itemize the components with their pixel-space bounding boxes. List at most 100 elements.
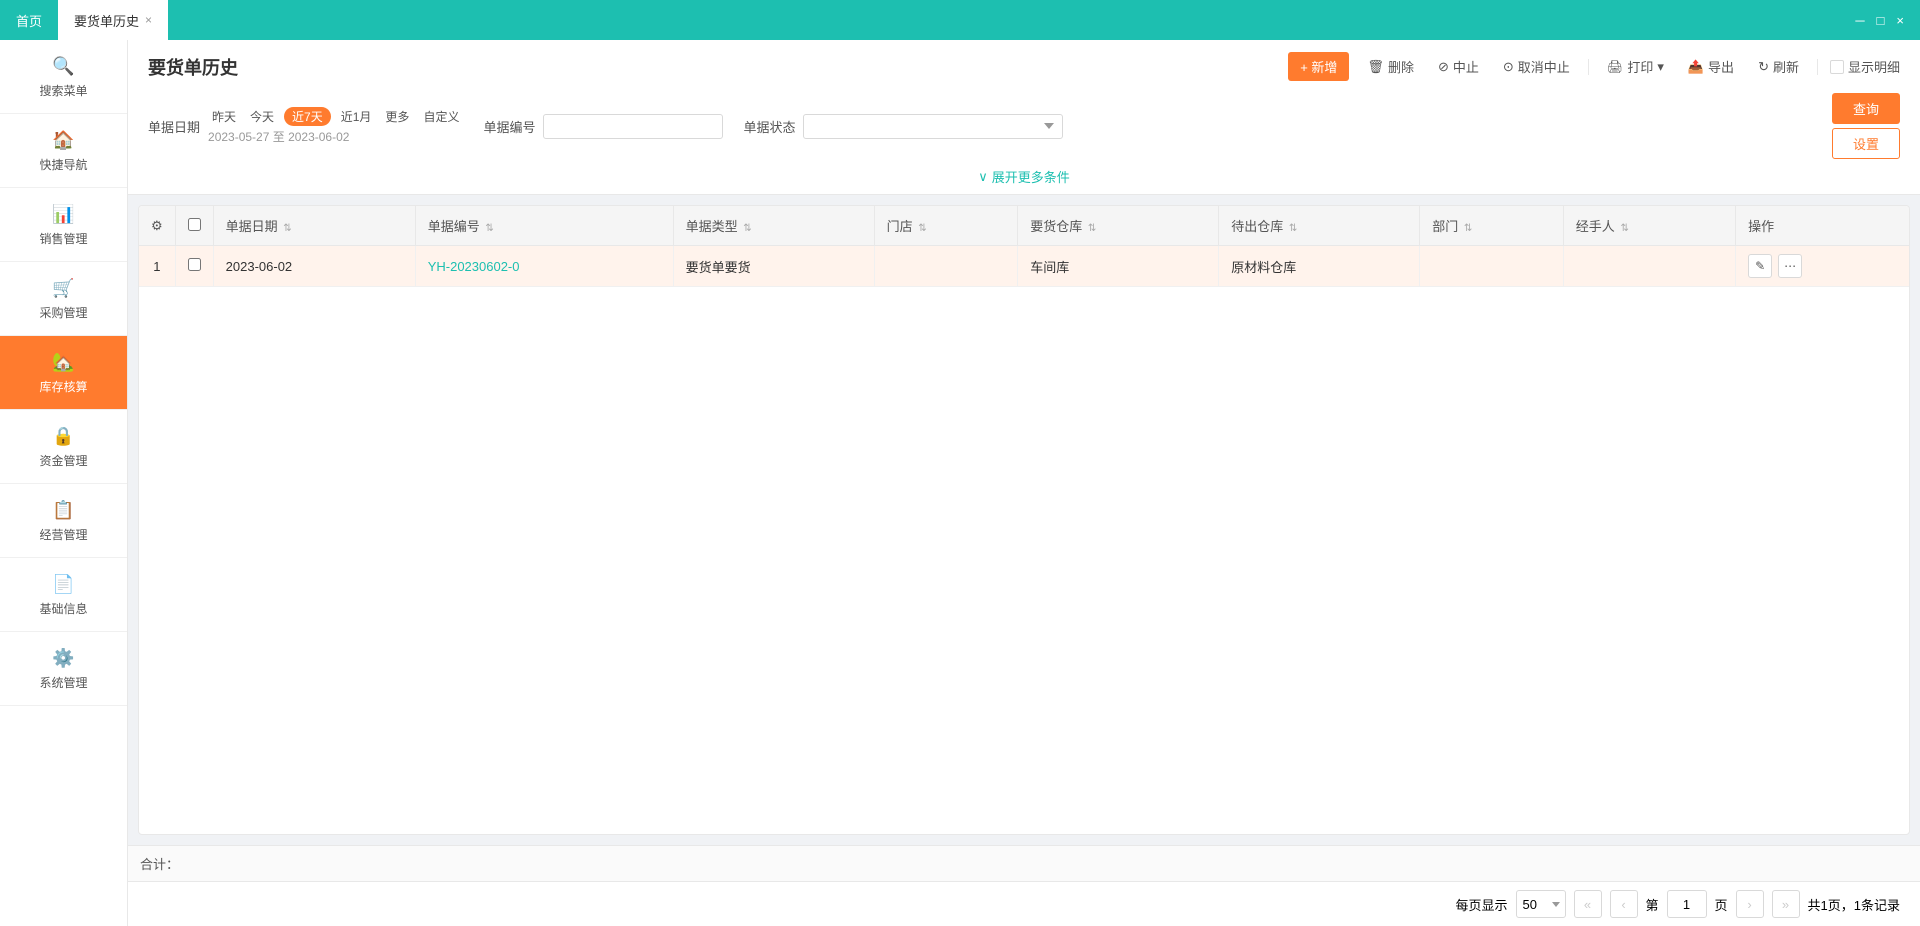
row-checkbox[interactable]	[188, 258, 201, 271]
row-edit-icon: ✎	[1755, 259, 1765, 273]
cancel-stop-button[interactable]: ⊙ 取消中止	[1497, 53, 1576, 80]
last-page-btn[interactable]: »	[1772, 890, 1800, 918]
th-date[interactable]: 单据日期 ⇅	[213, 206, 415, 246]
th-gear[interactable]: ⚙	[139, 206, 175, 246]
row-more-icon: ⋯	[1784, 259, 1796, 273]
date-shortcut-custom[interactable]: 自定义	[419, 107, 463, 126]
th-req-warehouse-label: 要货仓库	[1030, 219, 1082, 234]
row-edit-btn[interactable]: ✎	[1748, 254, 1772, 278]
last-page-icon: »	[1782, 897, 1789, 912]
sidebar-item-basic-info[interactable]: 📄 基础信息	[0, 558, 127, 632]
top-bar-right: ─ □ ×	[1855, 13, 1920, 28]
th-req-warehouse[interactable]: 要货仓库 ⇅	[1018, 206, 1219, 246]
sidebar-item-inventory-label: 库存核算	[39, 378, 87, 395]
tab-home[interactable]: 首页	[0, 0, 58, 40]
row-handler	[1563, 246, 1735, 287]
basic-info-icon: 📄	[52, 572, 76, 596]
window-maximize-btn[interactable]: □	[1877, 13, 1885, 28]
th-pending-warehouse-label: 待出仓库	[1231, 219, 1283, 234]
settings-button[interactable]: 设置	[1832, 128, 1900, 159]
export-icon: 📤	[1688, 59, 1704, 75]
prev-page-icon: ‹	[1621, 897, 1625, 912]
sidebar-item-system[interactable]: ⚙️ 系统管理	[0, 632, 127, 706]
quick-nav-icon: 🏠	[52, 128, 76, 152]
expand-more-btn[interactable]: ∨ 展开更多条件	[148, 167, 1900, 186]
sort-type-icon: ⇅	[743, 223, 751, 234]
row-date: 2023-06-02	[213, 246, 415, 287]
first-page-btn[interactable]: «	[1574, 890, 1602, 918]
th-no[interactable]: 单据编号 ⇅	[415, 206, 673, 246]
window-close-btn[interactable]: ×	[1896, 13, 1904, 28]
display-detail-checkbox[interactable]	[1830, 60, 1844, 74]
select-all-checkbox[interactable]	[188, 218, 201, 231]
sidebar-item-finance[interactable]: 🔒 资金管理	[0, 410, 127, 484]
delete-label: 删除	[1388, 57, 1414, 76]
window-minimize-btn[interactable]: ─	[1855, 13, 1864, 28]
page-input[interactable]	[1667, 890, 1707, 918]
display-detail-toggle[interactable]: 显示明细	[1830, 57, 1900, 76]
row-type: 要货单要货	[673, 246, 874, 287]
order-no-label: 单据编号	[483, 117, 535, 136]
page-label: 第	[1646, 895, 1659, 914]
date-filter-controls: 昨天 今天 近7天 近1月 更多 自定义 2023-05-27 至 2023-0…	[208, 107, 463, 145]
sidebar-item-operations[interactable]: 📋 经营管理	[0, 484, 127, 558]
row-no: YH-20230602-0	[415, 246, 673, 287]
row-index: 1	[139, 246, 175, 287]
order-no-input[interactable]	[543, 114, 723, 139]
th-department[interactable]: 部门 ⇅	[1420, 206, 1564, 246]
sidebar-item-finance-label: 资金管理	[39, 452, 87, 469]
sidebar-item-inventory[interactable]: 🏡 库存核算	[0, 336, 127, 410]
print-button[interactable]: 🖨 打印 ▾	[1601, 53, 1670, 80]
sort-department-icon: ⇅	[1464, 223, 1472, 234]
th-store[interactable]: 门店 ⇅	[874, 206, 1018, 246]
per-page-select[interactable]: 50 100 200	[1516, 890, 1566, 918]
sidebar-item-sales[interactable]: 📊 销售管理	[0, 188, 127, 262]
date-shortcut-today[interactable]: 今天	[246, 107, 278, 126]
query-settings-group: 查询 设置	[1832, 93, 1900, 159]
query-button[interactable]: 查询	[1832, 93, 1900, 124]
date-filter-group: 单据日期 昨天 今天 近7天 近1月 更多 自定义 2023-05-27 至 2…	[148, 107, 463, 145]
sidebar-item-search-menu[interactable]: 🔍 搜索菜单	[0, 40, 127, 114]
th-handler[interactable]: 经手人 ⇅	[1563, 206, 1735, 246]
refresh-button[interactable]: ↻ 刷新	[1752, 53, 1805, 80]
row-no-link[interactable]: YH-20230602-0	[428, 259, 520, 274]
refresh-icon: ↻	[1758, 59, 1769, 75]
th-date-label: 单据日期	[226, 219, 278, 234]
top-bar: 首页 要货单历史 × ─ □ ×	[0, 0, 1920, 40]
sidebar-item-quick-nav[interactable]: 🏠 快捷导航	[0, 114, 127, 188]
sidebar-item-purchase[interactable]: 🛒 采购管理	[0, 262, 127, 336]
operations-icon: 📋	[52, 498, 76, 522]
next-page-btn[interactable]: ›	[1736, 890, 1764, 918]
date-shortcut-yesterday[interactable]: 昨天	[208, 107, 240, 126]
purchase-icon: 🛒	[52, 276, 76, 300]
expand-more-label: 展开更多条件	[992, 167, 1070, 186]
th-type[interactable]: 单据类型 ⇅	[673, 206, 874, 246]
tab-order-history[interactable]: 要货单历史 ×	[58, 0, 168, 40]
sidebar-item-operations-label: 经营管理	[39, 526, 87, 543]
sidebar-item-basic-info-label: 基础信息	[39, 600, 87, 617]
inventory-icon: 🏡	[52, 350, 76, 374]
th-department-label: 部门	[1432, 219, 1458, 234]
status-select[interactable]	[803, 114, 1063, 139]
row-more-btn[interactable]: ⋯	[1778, 254, 1802, 278]
sidebar-item-system-label: 系统管理	[39, 674, 87, 691]
print-label: 打印	[1627, 57, 1653, 76]
delete-button[interactable]: 🗑 删除	[1361, 53, 1420, 80]
new-button[interactable]: + 新增	[1288, 52, 1349, 81]
export-button[interactable]: 📤 导出	[1682, 53, 1740, 80]
prev-page-btn[interactable]: ‹	[1610, 890, 1638, 918]
search-menu-icon: 🔍	[52, 54, 76, 78]
th-handler-label: 经手人	[1576, 219, 1615, 234]
date-shortcut-more[interactable]: 更多	[381, 107, 413, 126]
tab-close-icon[interactable]: ×	[145, 13, 152, 27]
row-actions-cell: ✎ ⋯	[1736, 246, 1909, 287]
stop-button[interactable]: ⊘ 中止	[1432, 53, 1485, 80]
print-dropdown-icon: ▾	[1657, 59, 1664, 75]
date-shortcut-7days[interactable]: 近7天	[284, 107, 331, 126]
th-pending-warehouse[interactable]: 待出仓库 ⇅	[1219, 206, 1420, 246]
th-type-label: 单据类型	[686, 219, 738, 234]
date-shortcut-1month[interactable]: 近1月	[337, 107, 376, 126]
table-row[interactable]: 1 2023-06-02 YH-20230602-0 要货单要货 车间库 原材料…	[139, 246, 1909, 287]
page-title-row: 要货单历史 + 新增 🗑 删除 ⊘ 中止 ⊙ 取消中止	[148, 52, 1900, 81]
th-action: 操作	[1736, 206, 1909, 246]
